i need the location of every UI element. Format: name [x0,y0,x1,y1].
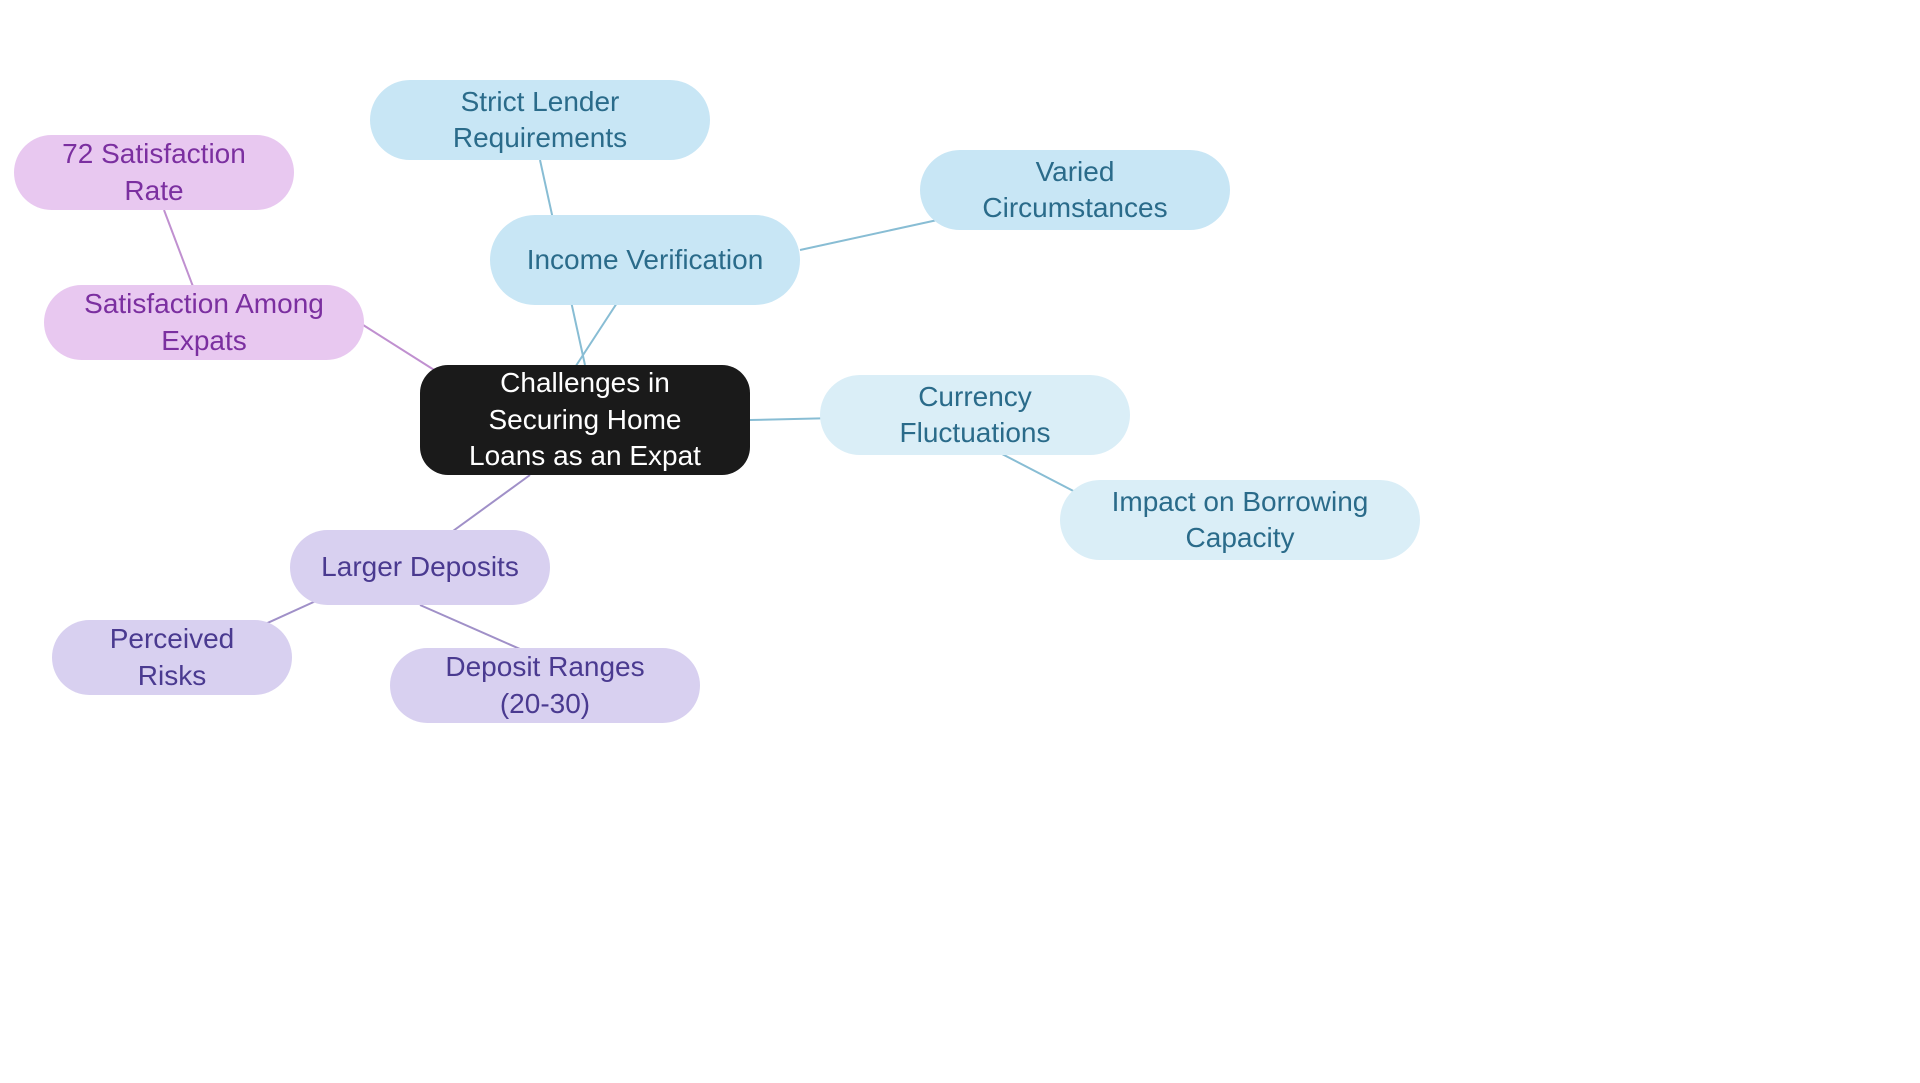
currency-fluctuations-node: Currency Fluctuations [820,375,1130,455]
satisfaction-expats-node: Satisfaction Among Expats [44,285,364,360]
strict-lender-node: Strict Lender Requirements [370,80,710,160]
deposit-ranges-node: Deposit Ranges (20-30) [390,648,700,723]
satisfaction-rate-node: 72 Satisfaction Rate [14,135,294,210]
perceived-risks-node: Perceived Risks [52,620,292,695]
impact-borrowing-node: Impact on Borrowing Capacity [1060,480,1420,560]
income-verification-node: Income Verification [490,215,800,305]
larger-deposits-node: Larger Deposits [290,530,550,605]
varied-circumstances-node: Varied Circumstances [920,150,1230,230]
center-node: Challenges in Securing Home Loans as an … [420,365,750,475]
